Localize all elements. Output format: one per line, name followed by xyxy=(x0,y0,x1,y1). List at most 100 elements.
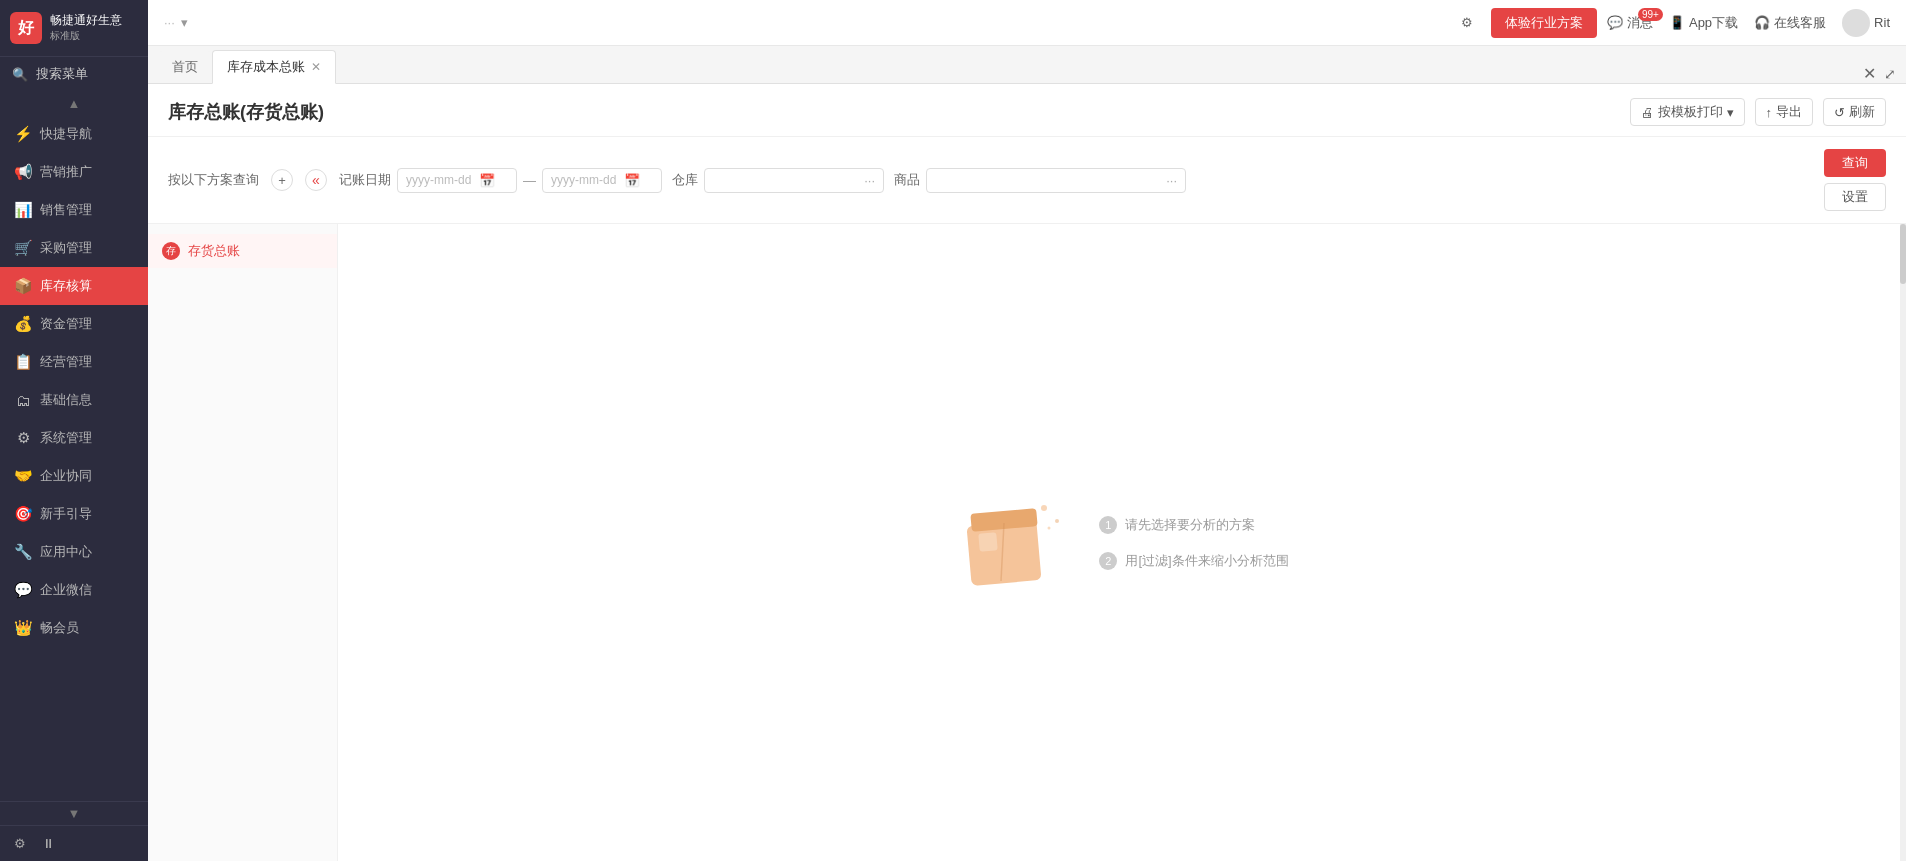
sidebar-item-label: 企业微信 xyxy=(40,581,92,599)
filter-bar: 按以下方案查询 + « 记账日期 yyyy-mm-dd 📅 — yyyy-mm-… xyxy=(148,137,1906,224)
step-text-1: 请先选择要分析的方案 xyxy=(1125,512,1255,538)
scheme-item-inventory-ledger[interactable]: 存 存货总账 xyxy=(148,234,337,268)
sidebar-item-label: 资金管理 xyxy=(40,315,92,333)
scroll-up-btn[interactable]: ▲ xyxy=(0,91,148,115)
system-icon: ⚙ xyxy=(14,429,32,447)
sidebar-item-label: 营销推广 xyxy=(40,163,92,181)
sidebar-item-enterprise[interactable]: 🤝 企业协同 xyxy=(0,457,148,495)
warehouse-more-icon[interactable]: ··· xyxy=(864,173,875,188)
logo-icon: 好 xyxy=(10,12,42,44)
template-print-label: 按模板打印 xyxy=(1658,103,1723,121)
date-end-input[interactable]: yyyy-mm-dd 📅 xyxy=(542,168,662,193)
dropdown-icon: ▾ xyxy=(181,15,188,30)
refresh-btn[interactable]: ↺ 刷新 xyxy=(1823,98,1886,126)
sidebar-item-purchase[interactable]: 🛒 采购管理 xyxy=(0,229,148,267)
print-dropdown-icon: ▾ xyxy=(1727,105,1734,120)
account-date-label: 记账日期 xyxy=(339,171,391,189)
app-logo: 好 畅捷通好生意 标准版 xyxy=(0,0,148,57)
sidebar-item-label: 新手引导 xyxy=(40,505,92,523)
quick-nav-icon: ⚡ xyxy=(14,125,32,143)
warehouse-select[interactable]: ··· xyxy=(704,168,884,193)
sidebar-item-new-guide[interactable]: 🎯 新手引导 xyxy=(0,495,148,533)
app-version: 标准版 xyxy=(50,29,122,43)
product-more-icon[interactable]: ··· xyxy=(1166,173,1177,188)
settings-btn[interactable]: 设置 xyxy=(1824,183,1886,211)
user-name: Rit xyxy=(1874,15,1890,30)
search-menu-item[interactable]: 🔍 搜索菜单 xyxy=(0,57,148,91)
sidebar-item-label: 企业协同 xyxy=(40,467,92,485)
template-print-btn[interactable]: 🖨 按模板打印 ▾ xyxy=(1630,98,1745,126)
sidebar-nav: ⚡ 快捷导航 📢 营销推广 📊 销售管理 🛒 采购管理 📦 库存核算 💰 资金管… xyxy=(0,115,148,801)
breadcrumb-dropdown[interactable]: ▾ xyxy=(181,15,188,30)
filter-collapse-btn[interactable]: « xyxy=(305,169,327,191)
calendar-end-icon[interactable]: 📅 xyxy=(624,173,640,188)
app-name: 畅捷通好生意 xyxy=(50,13,122,29)
finance-icon: 💰 xyxy=(14,315,32,333)
sidebar-item-label: 经营管理 xyxy=(40,353,92,371)
app-center-icon: 🔧 xyxy=(14,543,32,561)
date-start-input[interactable]: yyyy-mm-dd 📅 xyxy=(397,168,517,193)
tabbar: 首页 库存成本总账 ✕ ✕ ⤢ xyxy=(148,46,1906,84)
page-header: 库存总账(存货总账) 🖨 按模板打印 ▾ ↑ 导出 ↺ 刷新 xyxy=(148,84,1906,137)
panel-expand-btn[interactable]: ⤢ xyxy=(1884,66,1896,82)
date-field-group: 记账日期 yyyy-mm-dd 📅 — yyyy-mm-dd 📅 xyxy=(339,168,662,193)
audio-bottom-icon[interactable]: ⏸ xyxy=(42,836,55,851)
topbar-right: 💬 消息 99+ 📱 App下载 🎧 在线客服 Rit xyxy=(1607,9,1890,37)
calendar-start-icon[interactable]: 📅 xyxy=(479,173,495,188)
export-label: 导出 xyxy=(1776,103,1802,121)
scrollbar-thumb xyxy=(1900,224,1906,284)
sidebar-item-app-center[interactable]: 🔧 应用中心 xyxy=(0,533,148,571)
settings-bottom-icon[interactable]: ⚙ xyxy=(14,836,26,851)
step-text-2: 用[过滤]条件来缩小分析范围 xyxy=(1125,548,1288,574)
tab-close-btn[interactable]: ✕ xyxy=(311,60,321,74)
operations-icon: 📋 xyxy=(14,353,32,371)
sidebar-item-quick-nav[interactable]: ⚡ 快捷导航 xyxy=(0,115,148,153)
filter-add-btn[interactable]: + xyxy=(271,169,293,191)
sidebar-item-inventory[interactable]: 📦 库存核算 xyxy=(0,267,148,305)
topbar-settings-btn[interactable]: ⚙ xyxy=(1453,9,1481,37)
sidebar-item-member[interactable]: 👑 畅会员 xyxy=(0,609,148,647)
tab-inventory-cost[interactable]: 库存成本总账 ✕ xyxy=(212,50,336,84)
product-select[interactable]: ··· xyxy=(926,168,1186,193)
scroll-down-btn[interactable]: ▼ xyxy=(0,801,148,825)
empty-step-2: 2 用[过滤]条件来缩小分析范围 xyxy=(1099,548,1288,574)
app-download-btn[interactable]: 📱 App下载 xyxy=(1669,14,1738,32)
main-area: ··· ▾ ⚙ 体验行业方案 💬 消息 99+ 📱 App下载 🎧 在线客服 xyxy=(148,0,1906,861)
svg-point-4 xyxy=(1041,505,1047,511)
product-label: 商品 xyxy=(894,171,920,189)
scheme-item-label: 存货总账 xyxy=(188,242,240,260)
sidebar-item-basic-info[interactable]: 🗂 基础信息 xyxy=(0,381,148,419)
industry-btn[interactable]: 体验行业方案 xyxy=(1491,8,1597,38)
query-btn[interactable]: 查询 xyxy=(1824,149,1886,177)
export-icon: ↑ xyxy=(1766,105,1773,120)
sidebar-item-marketing[interactable]: 📢 营销推广 xyxy=(0,153,148,191)
page-actions: 🖨 按模板打印 ▾ ↑ 导出 ↺ 刷新 xyxy=(1630,98,1887,126)
empty-state: 1 请先选择要分析的方案 2 用[过滤]条件来缩小分析范围 xyxy=(338,224,1900,861)
app-download-label: App下载 xyxy=(1689,14,1738,32)
filter-label-text: 按以下方案查询 xyxy=(168,171,259,189)
step-num-2: 2 xyxy=(1099,552,1117,570)
sidebar-item-system[interactable]: ⚙ 系统管理 xyxy=(0,419,148,457)
sidebar-item-label: 应用中心 xyxy=(40,543,92,561)
breadcrumb: ··· ▾ xyxy=(164,15,1443,30)
export-btn[interactable]: ↑ 导出 xyxy=(1755,98,1814,126)
tab-home[interactable]: 首页 xyxy=(158,51,212,83)
filter-section-label: 按以下方案查询 xyxy=(168,171,259,189)
messages-badge: 99+ xyxy=(1638,8,1663,21)
messages-btn[interactable]: 💬 消息 99+ xyxy=(1607,14,1653,32)
user-profile[interactable]: Rit xyxy=(1842,9,1890,37)
svg-point-5 xyxy=(1055,519,1059,523)
sidebar-item-enterprise-wechat[interactable]: 💬 企业微信 xyxy=(0,571,148,609)
sidebar-item-finance[interactable]: 💰 资金管理 xyxy=(0,305,148,343)
sidebar-bottom: ⚙ ⏸ xyxy=(0,825,148,861)
empty-step-1: 1 请先选择要分析的方案 xyxy=(1099,512,1288,538)
sidebar-item-operations[interactable]: 📋 经营管理 xyxy=(0,343,148,381)
page-title: 库存总账(存货总账) xyxy=(168,100,324,124)
sidebar-item-label: 采购管理 xyxy=(40,239,92,257)
member-icon: 👑 xyxy=(14,619,32,637)
online-support-btn[interactable]: 🎧 在线客服 xyxy=(1754,14,1826,32)
right-scrollbar[interactable] xyxy=(1900,224,1906,861)
filter-actions: 查询 设置 xyxy=(1824,149,1886,211)
sidebar-item-sales[interactable]: 📊 销售管理 xyxy=(0,191,148,229)
panel-close-btn[interactable]: ✕ xyxy=(1863,64,1876,83)
